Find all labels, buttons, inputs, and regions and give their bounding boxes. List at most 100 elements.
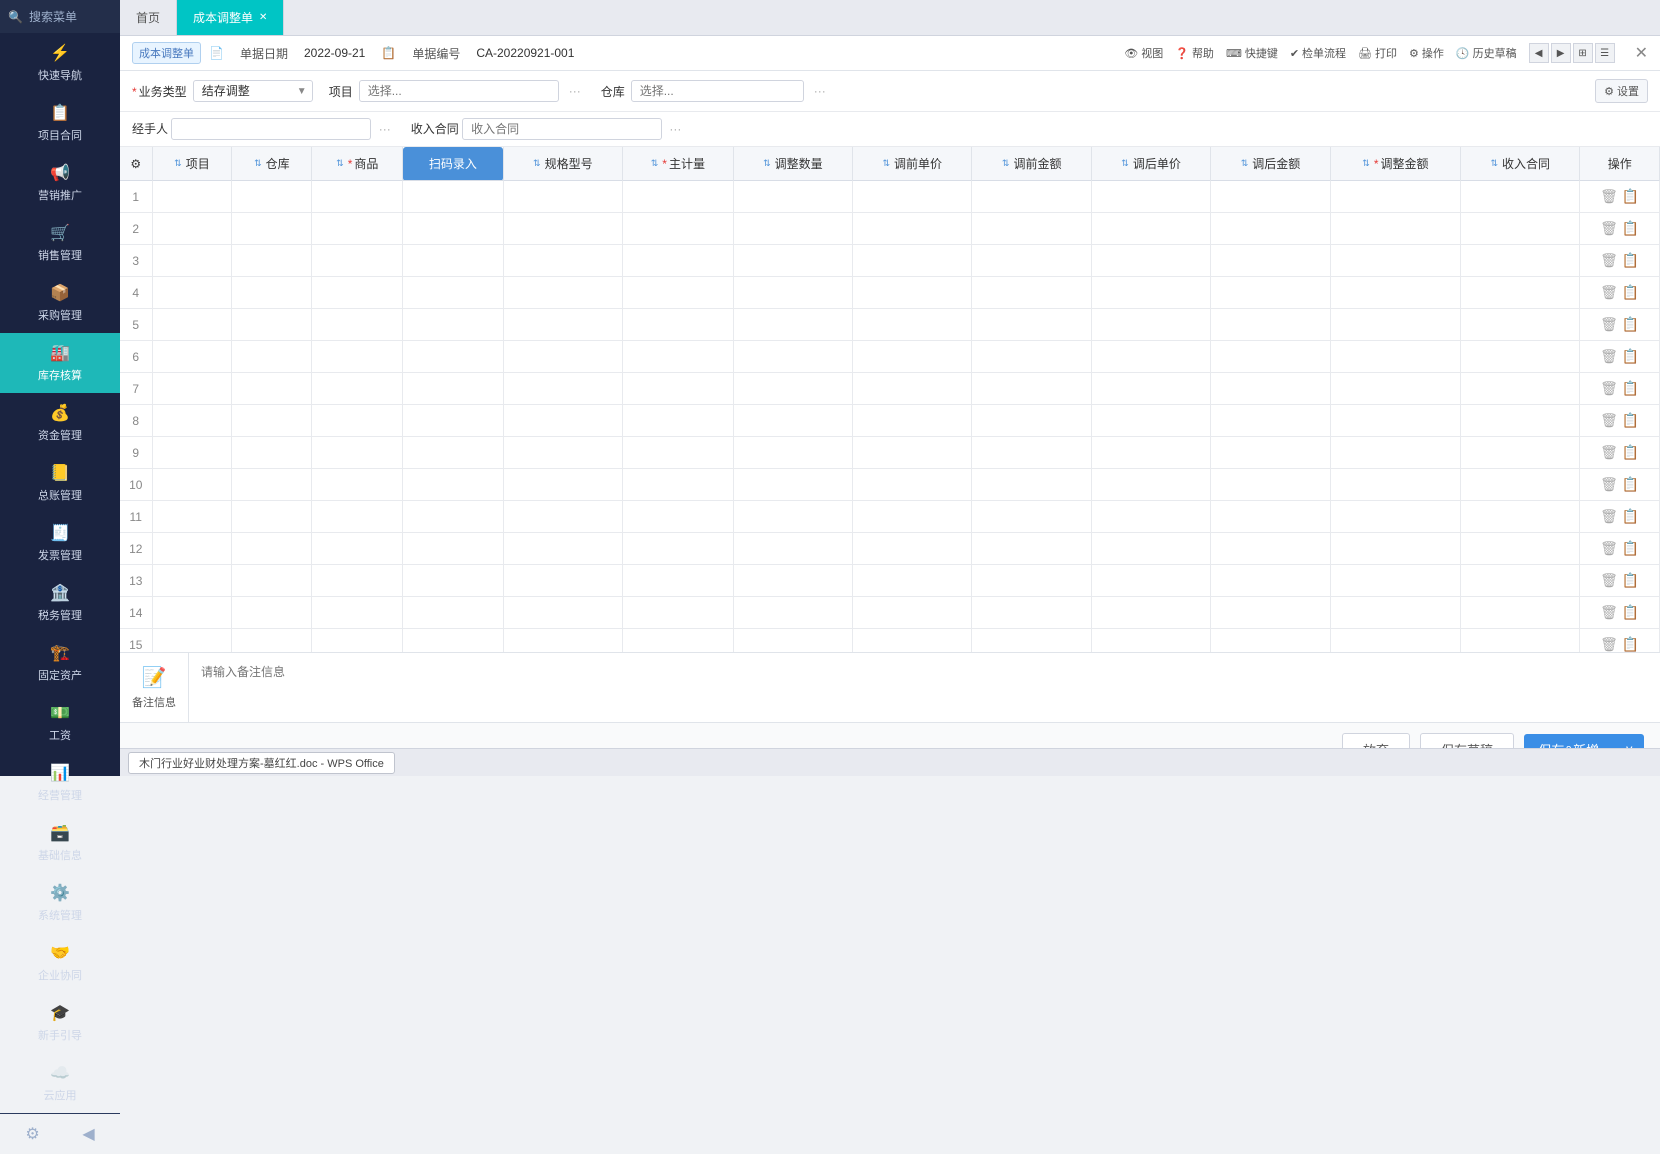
- table-cell[interactable]: [503, 277, 622, 309]
- check-approve-btn[interactable]: ✔ 检单流程: [1290, 45, 1346, 61]
- copy-icon[interactable]: 📋: [1622, 188, 1639, 205]
- delete-icon[interactable]: 🗑: [1600, 636, 1618, 652]
- copy-icon[interactable]: 📋: [1622, 220, 1639, 237]
- sidebar-item-tax-mgmt[interactable]: 🏦 税务管理: [0, 573, 120, 633]
- table-cell[interactable]: [1461, 373, 1580, 405]
- settings-icon[interactable]: ⚙: [25, 1124, 39, 1144]
- table-cell[interactable]: [403, 277, 503, 309]
- table-cell[interactable]: [623, 629, 734, 653]
- table-cell[interactable]: [1091, 597, 1210, 629]
- table-cell[interactable]: [312, 309, 403, 341]
- table-cell[interactable]: [733, 405, 852, 437]
- table-cell[interactable]: [733, 533, 852, 565]
- table-cell[interactable]: [403, 469, 503, 501]
- table-cell[interactable]: [312, 373, 403, 405]
- sidebar-item-sales-promo[interactable]: 📢 营销推广: [0, 153, 120, 213]
- table-cell[interactable]: [1211, 469, 1330, 501]
- table-cell[interactable]: [1211, 181, 1330, 213]
- table-cell[interactable]: [403, 501, 503, 533]
- table-cell[interactable]: [312, 213, 403, 245]
- table-cell[interactable]: [972, 565, 1091, 597]
- table-cell[interactable]: [1461, 629, 1580, 653]
- table-cell[interactable]: [232, 245, 312, 277]
- table-cell[interactable]: [1211, 341, 1330, 373]
- copy-icon[interactable]: 📋: [1622, 412, 1639, 429]
- table-cell[interactable]: [1211, 309, 1330, 341]
- table-cell[interactable]: [152, 309, 232, 341]
- table-cell[interactable]: [152, 277, 232, 309]
- table-cell[interactable]: [312, 629, 403, 653]
- table-cell[interactable]: [503, 469, 622, 501]
- table-cell[interactable]: [503, 309, 622, 341]
- table-cell[interactable]: [733, 213, 852, 245]
- sidebar-item-project-contract[interactable]: 📋 项目合同: [0, 93, 120, 153]
- table-cell[interactable]: [1330, 597, 1460, 629]
- income-contract-more-btn[interactable]: ···: [665, 122, 685, 136]
- table-cell[interactable]: [853, 341, 972, 373]
- table-cell[interactable]: [972, 373, 1091, 405]
- table-cell[interactable]: [1461, 245, 1580, 277]
- table-cell[interactable]: [623, 309, 734, 341]
- table-cell[interactable]: [1211, 437, 1330, 469]
- tab-home[interactable]: 首页: [120, 0, 177, 35]
- table-cell[interactable]: [403, 213, 503, 245]
- table-cell[interactable]: [1091, 341, 1210, 373]
- table-cell[interactable]: [503, 597, 622, 629]
- copy-icon[interactable]: 📋: [1622, 604, 1639, 621]
- table-cell[interactable]: [1330, 501, 1460, 533]
- copy-icon[interactable]: 📋: [1622, 444, 1639, 461]
- table-cell[interactable]: [1091, 501, 1210, 533]
- table-cell[interactable]: [152, 501, 232, 533]
- table-cell[interactable]: [152, 373, 232, 405]
- table-cell[interactable]: [853, 213, 972, 245]
- copy-icon[interactable]: 📋: [1622, 476, 1639, 493]
- table-cell[interactable]: [853, 277, 972, 309]
- copy-icon[interactable]: 📋: [1622, 380, 1639, 397]
- table-cell[interactable]: [853, 309, 972, 341]
- table-cell[interactable]: [312, 341, 403, 373]
- delete-icon[interactable]: 🗑: [1600, 348, 1618, 365]
- table-cell[interactable]: [1330, 341, 1460, 373]
- table-cell[interactable]: [503, 629, 622, 653]
- biz-type-select[interactable]: 结存调整: [193, 80, 313, 102]
- table-cell[interactable]: [312, 245, 403, 277]
- table-cell[interactable]: [232, 213, 312, 245]
- handler-more-btn[interactable]: ···: [375, 122, 395, 136]
- table-cell[interactable]: [312, 437, 403, 469]
- table-cell[interactable]: [312, 501, 403, 533]
- table-cell[interactable]: [1461, 405, 1580, 437]
- table-cell[interactable]: [623, 533, 734, 565]
- sidebar-item-ops-mgmt[interactable]: 📊 经营管理: [0, 753, 120, 813]
- table-cell[interactable]: [403, 597, 503, 629]
- table-cell[interactable]: [403, 245, 503, 277]
- table-cell[interactable]: [1330, 533, 1460, 565]
- table-cell[interactable]: [232, 437, 312, 469]
- table-cell[interactable]: [733, 181, 852, 213]
- delete-icon[interactable]: 🗑: [1600, 252, 1618, 269]
- table-cell[interactable]: [1330, 565, 1460, 597]
- table-cell[interactable]: [1461, 181, 1580, 213]
- view-btn[interactable]: 👁 视图: [1124, 45, 1163, 61]
- table-cell[interactable]: [152, 629, 232, 653]
- table-cell[interactable]: [733, 373, 852, 405]
- table-cell[interactable]: [853, 629, 972, 653]
- table-cell[interactable]: [1330, 373, 1460, 405]
- table-cell[interactable]: [1330, 181, 1460, 213]
- table-cell[interactable]: [623, 437, 734, 469]
- table-cell[interactable]: [853, 437, 972, 469]
- delete-icon[interactable]: 🗑: [1600, 220, 1618, 237]
- table-cell[interactable]: [312, 533, 403, 565]
- table-cell[interactable]: [853, 501, 972, 533]
- tab-close-icon[interactable]: ✕: [259, 12, 267, 23]
- table-cell[interactable]: [733, 437, 852, 469]
- tab-cost-adjust[interactable]: 成本调整单 ✕: [177, 0, 284, 35]
- table-cell[interactable]: [152, 533, 232, 565]
- table-cell[interactable]: [1091, 469, 1210, 501]
- table-cell[interactable]: [1211, 501, 1330, 533]
- table-cell[interactable]: [733, 597, 852, 629]
- table-cell[interactable]: [1211, 277, 1330, 309]
- settings-btn[interactable]: ⚙ 设置: [1595, 79, 1648, 103]
- table-cell[interactable]: [1461, 277, 1580, 309]
- table-cell[interactable]: [733, 565, 852, 597]
- table-cell[interactable]: [403, 405, 503, 437]
